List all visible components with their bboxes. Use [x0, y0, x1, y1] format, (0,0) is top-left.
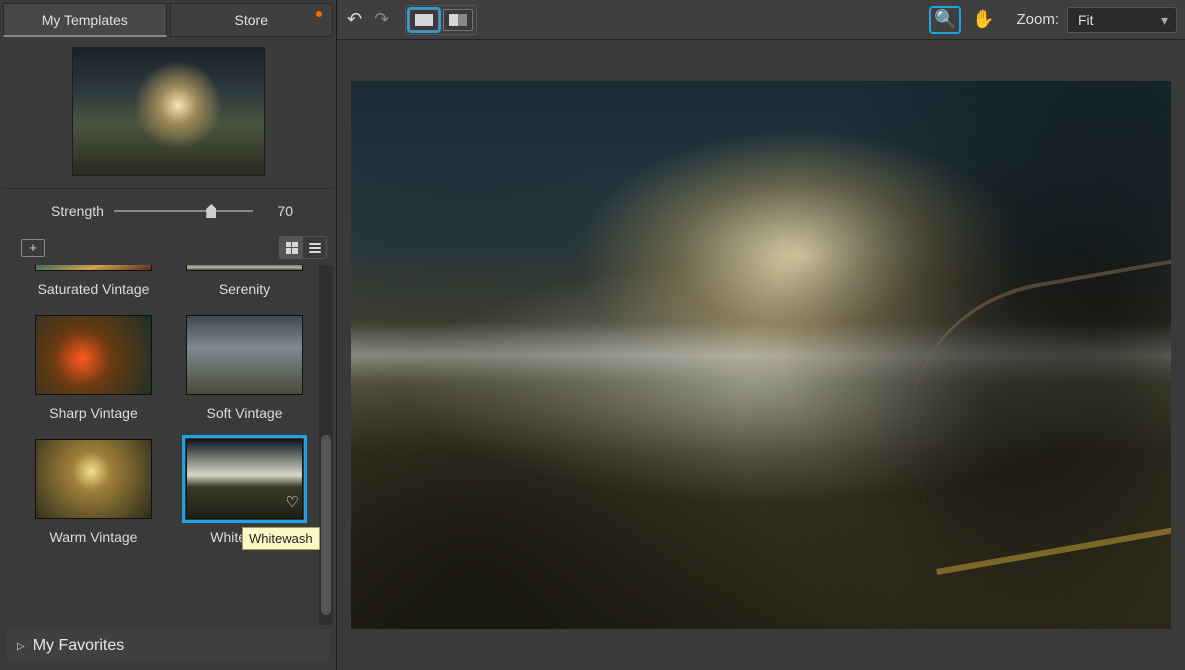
main-area: ↶ ↷ 🔍 ✋ Zoom: Fit: [337, 0, 1185, 670]
zoom-value: Fit: [1078, 12, 1094, 28]
magnifier-icon: 🔍: [934, 9, 956, 30]
compare-mode-group: [405, 5, 477, 35]
templates-scrollbar[interactable]: [319, 265, 333, 625]
template-label: Warm Vintage: [50, 529, 138, 545]
template-label: Sharp Vintage: [49, 405, 137, 421]
grid-icon: [286, 242, 298, 254]
strength-slider[interactable]: [114, 203, 253, 219]
view-switch: [279, 236, 327, 259]
plus-icon: +: [29, 241, 37, 254]
hand-icon: ✋: [972, 9, 994, 30]
template-whitewash[interactable]: Whitewash♡Whitewash: [180, 439, 309, 545]
single-view-icon: [415, 14, 433, 26]
template-thumbnail[interactable]: [35, 315, 152, 395]
template-warm-vintage[interactable]: Warm Vintage: [29, 439, 158, 545]
tab-my-templates[interactable]: My Templates: [3, 3, 167, 37]
tooltip: Whitewash: [242, 527, 320, 550]
single-view-button[interactable]: [409, 9, 439, 31]
tab-store[interactable]: Store: [170, 3, 334, 37]
redo-button[interactable]: ↷: [372, 7, 391, 32]
tab-label: My Templates: [42, 12, 128, 28]
template-label: Saturated Vintage: [38, 281, 150, 297]
template-thumbnail[interactable]: [35, 265, 152, 271]
strength-row: Strength 70: [3, 189, 333, 233]
templates-toolbar: +: [3, 233, 333, 265]
chevron-right-icon: ▷: [17, 641, 25, 652]
canvas-area: [337, 40, 1185, 670]
template-serenity[interactable]: Serenity: [180, 265, 309, 297]
undo-icon: ↶: [347, 9, 362, 29]
template-sharp-vintage[interactable]: Sharp Vintage: [29, 315, 158, 421]
split-view-icon: [449, 14, 467, 26]
slider-thumb[interactable]: [206, 204, 216, 218]
preview-thumbnail[interactable]: [72, 47, 265, 176]
slider-track: [114, 210, 253, 212]
template-thumbnail[interactable]: [186, 315, 303, 395]
zoom-label: Zoom:: [1016, 11, 1059, 28]
zoom-select[interactable]: Fit: [1067, 7, 1177, 33]
tab-label: Store: [235, 12, 268, 28]
my-favorites-accordion[interactable]: ▷ My Favorites: [7, 629, 329, 663]
strength-label: Strength: [51, 203, 104, 219]
redo-icon: ↷: [374, 9, 389, 29]
list-view-button[interactable]: [303, 237, 326, 258]
image-canvas[interactable]: [351, 81, 1171, 629]
template-label: Soft Vintage: [206, 405, 282, 421]
list-icon: [309, 243, 321, 253]
accordion-label: My Favorites: [33, 637, 125, 655]
template-thumbnail[interactable]: [186, 265, 303, 271]
hand-tool-button[interactable]: ✋: [968, 7, 998, 33]
split-view-button[interactable]: [443, 9, 473, 31]
strength-value: 70: [263, 203, 293, 219]
favorite-heart-icon[interactable]: ♡: [286, 493, 299, 511]
undo-button[interactable]: ↶: [345, 7, 364, 32]
template-thumbnail[interactable]: [35, 439, 152, 519]
scrollbar-thumb[interactable]: [321, 435, 331, 615]
top-toolbar: ↶ ↷ 🔍 ✋ Zoom: Fit: [337, 0, 1185, 40]
templates-scroll-area: Saturated Vintage Serenity Sharp Vintage So…: [3, 265, 333, 625]
template-saturated-vintage[interactable]: Saturated Vintage: [29, 265, 158, 297]
zoom-tool-button[interactable]: 🔍: [930, 7, 960, 33]
template-soft-vintage[interactable]: Soft Vintage: [180, 315, 309, 421]
sidebar: My Templates Store Strength 70 +: [0, 0, 337, 670]
templates-grid: Saturated Vintage Serenity Sharp Vintage So…: [11, 265, 327, 555]
sidebar-tabs: My Templates Store: [3, 3, 333, 37]
store-update-dot-icon: [316, 11, 322, 17]
add-collection-button[interactable]: +: [21, 239, 45, 257]
template-preview-area: [3, 37, 333, 189]
template-label: Serenity: [219, 281, 270, 297]
grid-view-button[interactable]: [280, 237, 303, 258]
